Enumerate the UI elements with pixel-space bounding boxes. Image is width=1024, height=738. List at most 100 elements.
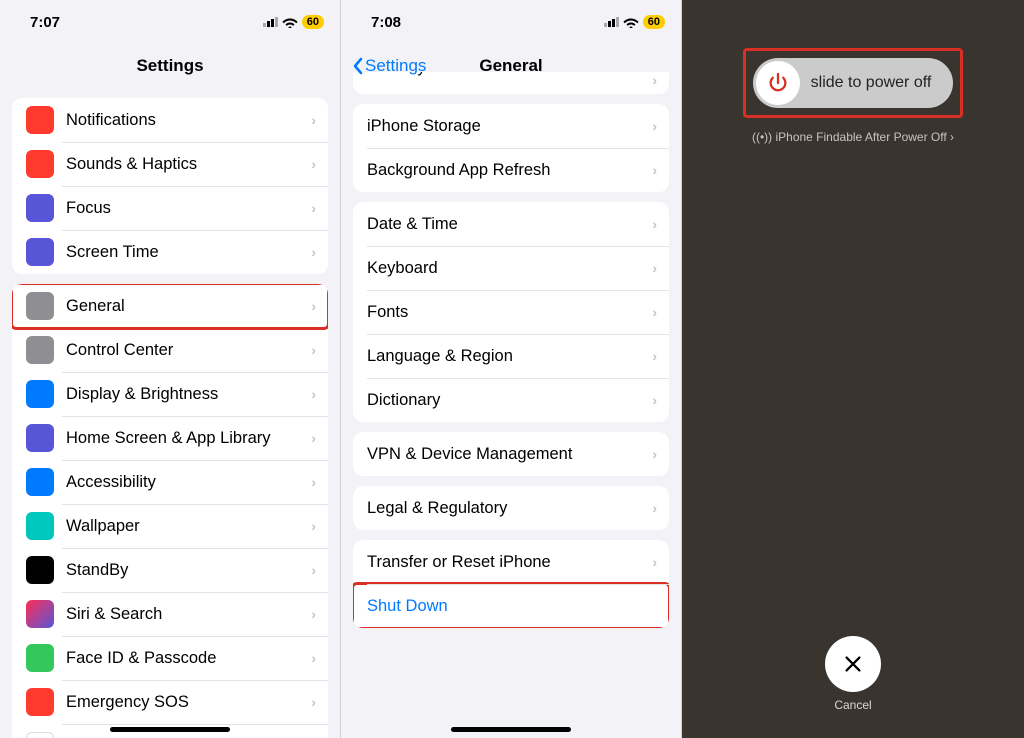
slide-to-power-off[interactable]: slide to power off: [753, 58, 953, 108]
chevron-right-icon: ›: [311, 244, 316, 260]
signal-icon: [604, 17, 619, 27]
list-group: Date & Time›Keyboard›Fonts›Language & Re…: [353, 202, 669, 422]
list-group: Notifications›Sounds & Haptics›Focus›Scr…: [12, 98, 328, 274]
chevron-right-icon: ›: [950, 130, 954, 144]
row-screen-time[interactable]: Screen Time›: [12, 230, 328, 274]
row-sos[interactable]: Emergency SOS›: [12, 680, 328, 724]
page-title: Settings: [136, 56, 203, 76]
row-label: Fonts: [367, 303, 652, 322]
chevron-right-icon: ›: [311, 694, 316, 710]
chevron-right-icon: ›: [311, 156, 316, 172]
row-legal[interactable]: Legal & Regulatory›: [353, 486, 669, 530]
row-label: Sounds & Haptics: [66, 155, 311, 174]
row-bg-refresh[interactable]: Background App Refresh›: [353, 148, 669, 192]
row-label: Shut Down: [367, 597, 657, 616]
row-carplay[interactable]: CarPlay›: [353, 72, 669, 94]
notifications-icon: [26, 106, 54, 134]
row-label: VPN & Device Management: [367, 445, 652, 464]
chevron-right-icon: ›: [311, 562, 316, 578]
chevron-right-icon: ›: [311, 474, 316, 490]
row-standby[interactable]: StandBy›: [12, 548, 328, 592]
chevron-right-icon: ›: [652, 446, 657, 462]
display-icon: [26, 380, 54, 408]
wallpaper-icon: [26, 512, 54, 540]
screen-time-icon: [26, 238, 54, 266]
row-notifications[interactable]: Notifications›: [12, 98, 328, 142]
sounds-icon: [26, 150, 54, 178]
chevron-right-icon: ›: [652, 500, 657, 516]
row-sounds[interactable]: Sounds & Haptics›: [12, 142, 328, 186]
cancel-button[interactable]: [825, 636, 881, 692]
row-vpn[interactable]: VPN & Device Management›: [353, 432, 669, 476]
row-label: Keyboard: [367, 259, 652, 278]
findable-link[interactable]: ((•)) iPhone Findable After Power Off ›: [743, 130, 963, 144]
sos-icon: [26, 688, 54, 716]
row-keyboard[interactable]: Keyboard›: [353, 246, 669, 290]
faceid-icon: [26, 644, 54, 672]
row-transfer-reset[interactable]: Transfer or Reset iPhone›: [353, 540, 669, 584]
status-time: 7:08: [371, 14, 401, 31]
chevron-right-icon: ›: [311, 430, 316, 446]
row-label: Emergency SOS: [66, 693, 311, 712]
row-label: Notifications: [66, 111, 311, 130]
row-fonts[interactable]: Fonts›: [353, 290, 669, 334]
wifi-icon: [282, 16, 298, 28]
row-label: Wallpaper: [66, 517, 311, 536]
row-home-screen[interactable]: Home Screen & App Library›: [12, 416, 328, 460]
row-iphone-storage[interactable]: iPhone Storage›: [353, 104, 669, 148]
chevron-right-icon: ›: [311, 518, 316, 534]
row-label: StandBy: [66, 561, 311, 580]
row-accessibility[interactable]: Accessibility›: [12, 460, 328, 504]
row-focus[interactable]: Focus›: [12, 186, 328, 230]
chevron-right-icon: ›: [311, 112, 316, 128]
chevron-right-icon: ›: [311, 386, 316, 402]
status-time: 7:07: [30, 14, 60, 31]
list-group: Transfer or Reset iPhone› Shut Down: [353, 540, 669, 628]
battery-pill: 60: [302, 15, 324, 29]
general-settings-panel: 7:08 60 Settings General CarPlay›iPhone …: [341, 0, 682, 738]
general-icon: [26, 292, 54, 320]
list-group: General›Control Center›Display & Brightn…: [12, 284, 328, 738]
row-dictionary[interactable]: Dictionary›: [353, 378, 669, 422]
row-control-center[interactable]: Control Center›: [12, 328, 328, 372]
chevron-right-icon: ›: [311, 200, 316, 216]
chevron-right-icon: ›: [311, 650, 316, 666]
row-label: Screen Time: [66, 243, 311, 262]
chevron-right-icon: ›: [652, 216, 657, 232]
settings-main-panel: 7:07 60 Settings Notifications›Sounds & …: [0, 0, 341, 738]
list-group: CarPlay›: [353, 72, 669, 94]
row-label: Focus: [66, 199, 311, 218]
row-siri[interactable]: Siri & Search›: [12, 592, 328, 636]
row-label: Dictionary: [367, 391, 652, 410]
accessibility-icon: [26, 468, 54, 496]
chevron-right-icon: ›: [652, 348, 657, 364]
chevron-right-icon: ›: [652, 304, 657, 320]
row-lang-region[interactable]: Language & Region›: [353, 334, 669, 378]
chevron-right-icon: ›: [652, 72, 657, 88]
list-group: Legal & Regulatory›: [353, 486, 669, 530]
row-wallpaper[interactable]: Wallpaper›: [12, 504, 328, 548]
wifi-icon: [623, 16, 639, 28]
row-shut-down[interactable]: Shut Down: [353, 584, 669, 628]
chevron-right-icon: ›: [311, 298, 316, 314]
row-date-time[interactable]: Date & Time›: [353, 202, 669, 246]
status-bar: 7:08 60: [341, 0, 681, 44]
row-general[interactable]: General›: [12, 284, 328, 328]
row-display[interactable]: Display & Brightness›: [12, 372, 328, 416]
row-label: iPhone Storage: [367, 117, 652, 136]
chevron-right-icon: ›: [652, 260, 657, 276]
row-label: Display & Brightness: [66, 385, 311, 404]
list-group: iPhone Storage›Background App Refresh›: [353, 104, 669, 192]
battery-pill: 60: [643, 15, 665, 29]
row-faceid[interactable]: Face ID & Passcode›: [12, 636, 328, 680]
row-label: Accessibility: [66, 473, 311, 492]
chevron-right-icon: ›: [311, 342, 316, 358]
home-indicator: [110, 727, 230, 732]
chevron-right-icon: ›: [652, 554, 657, 570]
row-label: Legal & Regulatory: [367, 499, 652, 518]
row-label: Siri & Search: [66, 605, 311, 624]
row-label: Language & Region: [367, 347, 652, 366]
highlight-annotation: slide to power off: [743, 48, 963, 118]
row-label: CarPlay: [367, 72, 652, 77]
chevron-right-icon: ›: [311, 606, 316, 622]
